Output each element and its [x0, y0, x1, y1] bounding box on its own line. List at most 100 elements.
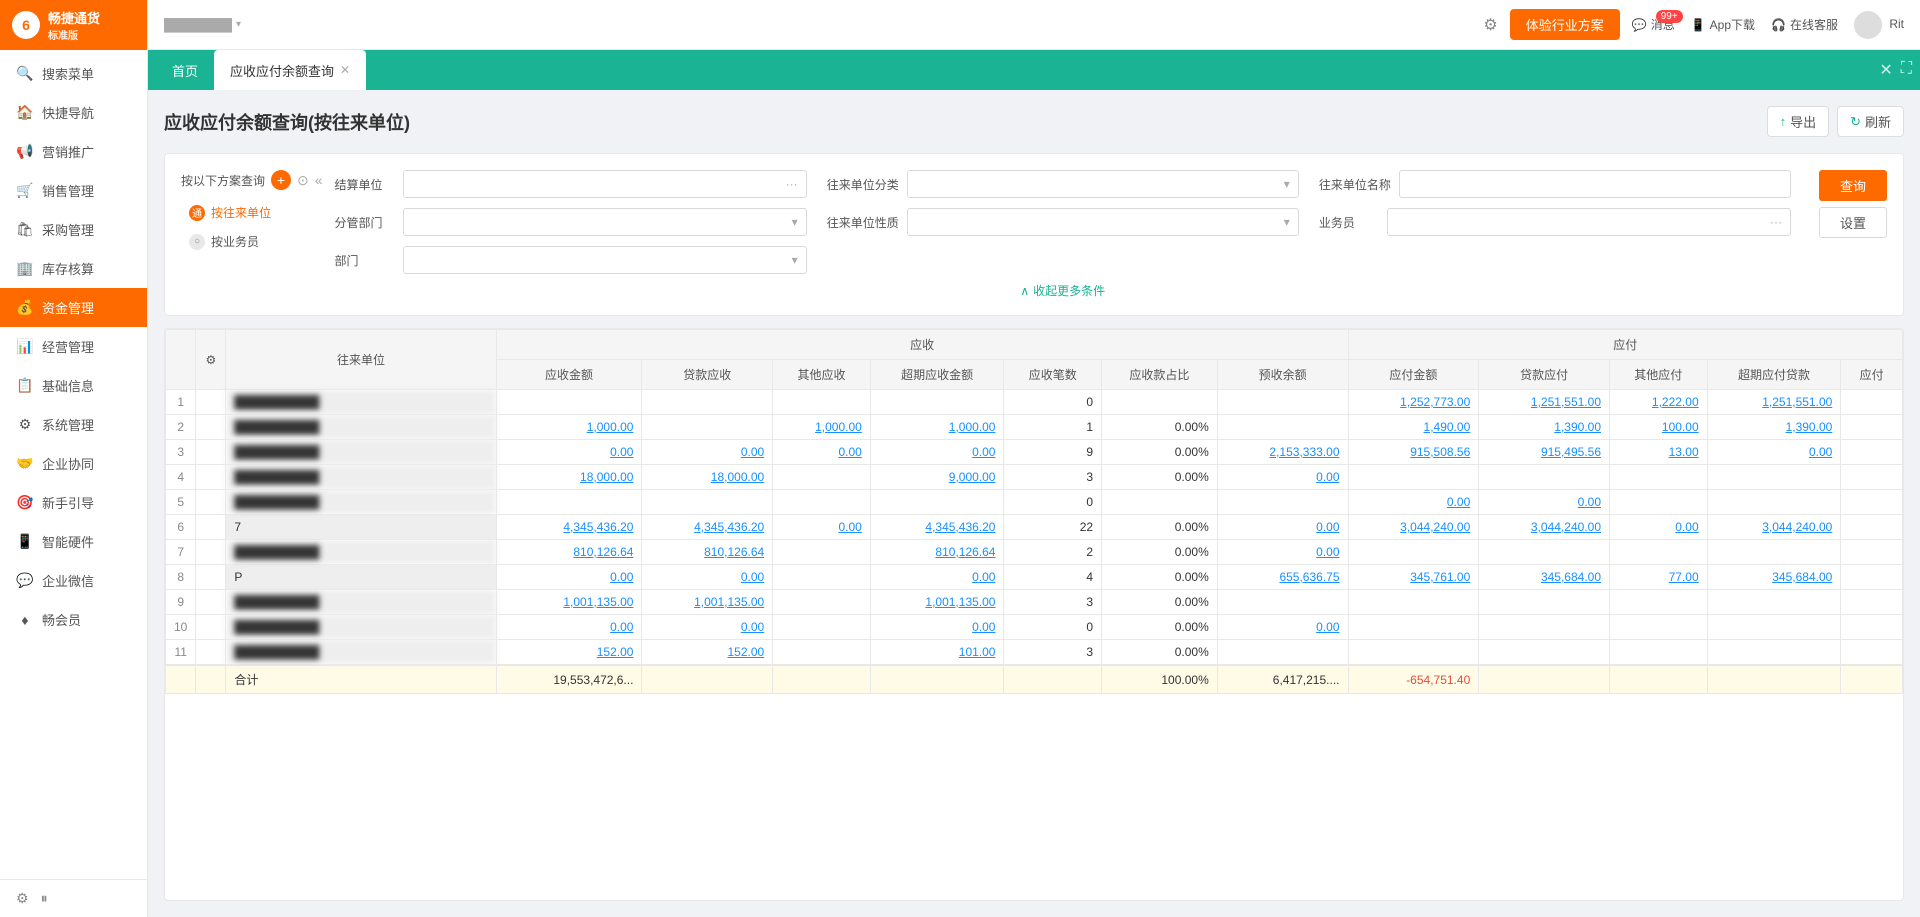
cell-ap_overdue[interactable]: 1,251,551.00: [1707, 390, 1841, 415]
cell-link-ar_amount[interactable]: 810,126.64: [573, 545, 633, 559]
cell-link-ap_overdue[interactable]: 1,251,551.00: [1762, 395, 1832, 409]
cell-link-ap_amount[interactable]: 3,044,240.00: [1400, 520, 1470, 534]
dept-input[interactable]: ▾: [403, 246, 807, 274]
cell-ap_overdue[interactable]: 1,390.00: [1707, 415, 1841, 440]
cell-link-ar_amount[interactable]: 0.00: [610, 570, 633, 584]
cell-link-ar_overdue[interactable]: 1,000.00: [949, 420, 996, 434]
cell-link-ar_prepaid[interactable]: 0.00: [1316, 620, 1339, 634]
partner-nature-input[interactable]: ▾: [907, 208, 1299, 236]
online-service-button[interactable]: 🎧 在线客服: [1771, 16, 1838, 33]
cell-link-ar_overdue[interactable]: 0.00: [972, 570, 995, 584]
tab-close-window-icon[interactable]: ✕: [1879, 60, 1892, 80]
cell-ar_amount[interactable]: 0.00: [496, 615, 642, 640]
cell-ar_prepaid[interactable]: 655,636.75: [1217, 565, 1348, 590]
cell-ap_amount[interactable]: 345,761.00: [1348, 565, 1479, 590]
cell-ar_overdue[interactable]: 9,000.00: [870, 465, 1004, 490]
cell-ar_overdue[interactable]: 0.00: [870, 440, 1004, 465]
cell-ar_amount[interactable]: 810,126.64: [496, 540, 642, 565]
cell-ar_loan[interactable]: 0.00: [642, 565, 773, 590]
cell-ap_overdue[interactable]: 345,684.00: [1707, 565, 1841, 590]
cell-ap_other[interactable]: 0.00: [1610, 515, 1708, 540]
cell-ap_loan[interactable]: 1,251,551.00: [1479, 390, 1610, 415]
sidebar-item-member[interactable]: ♦ 畅会员: [0, 600, 147, 639]
promo-button[interactable]: 体验行业方案: [1510, 9, 1620, 40]
cell-ar_other[interactable]: 1,000.00: [773, 415, 871, 440]
cell-link-ap_other[interactable]: 0.00: [1675, 520, 1698, 534]
cell-link-ar_amount[interactable]: 0.00: [610, 620, 633, 634]
cell-ar_amount[interactable]: 1,001,135.00: [496, 590, 642, 615]
search-collapse-icon[interactable]: «: [315, 172, 323, 188]
cell-ar_loan[interactable]: 0.00: [642, 440, 773, 465]
sidebar-item-collab[interactable]: 🤝 企业协同: [0, 444, 147, 483]
cell-link-ar_other[interactable]: 0.00: [838, 445, 861, 459]
cell-link-ar_amount[interactable]: 4,345,436.20: [563, 520, 633, 534]
cell-ap_overdue[interactable]: 3,044,240.00: [1707, 515, 1841, 540]
cell-link-ar_overdue[interactable]: 101.00: [959, 645, 996, 659]
cell-link-ar_amount[interactable]: 1,000.00: [587, 420, 634, 434]
cell-ar_prepaid[interactable]: 0.00: [1217, 515, 1348, 540]
cell-link-ap_amount[interactable]: 915,508.56: [1410, 445, 1470, 459]
cell-ap_amount[interactable]: 1,490.00: [1348, 415, 1479, 440]
cell-link-ap_loan[interactable]: 915,495.56: [1541, 445, 1601, 459]
cell-ar_loan[interactable]: 1,001,135.00: [642, 590, 773, 615]
cell-link-ar_overdue[interactable]: 1,001,135.00: [925, 595, 995, 609]
cell-link-ap_other[interactable]: 1,222.00: [1652, 395, 1699, 409]
table-scroll-area[interactable]: ⚙ 往来单位 应收 应付 应收金额 贷款应收 其他应收 超期应收金额 应收笔数 …: [165, 329, 1903, 900]
cell-ar_loan[interactable]: 18,000.00: [642, 465, 773, 490]
cell-ap_overdue[interactable]: 0.00: [1707, 440, 1841, 465]
cell-link-ar_prepaid[interactable]: 0.00: [1316, 470, 1339, 484]
cell-link-ap_overdue[interactable]: 3,044,240.00: [1762, 520, 1832, 534]
cell-link-ap_amount[interactable]: 0.00: [1447, 495, 1470, 509]
cell-link-ap_loan[interactable]: 3,044,240.00: [1531, 520, 1601, 534]
sidebar-item-hardware[interactable]: 📱 智能硬件: [0, 522, 147, 561]
cell-ar_amount[interactable]: 152.00: [496, 640, 642, 666]
cell-link-ap_loan[interactable]: 345,684.00: [1541, 570, 1601, 584]
cell-link-ar_prepaid[interactable]: 0.00: [1316, 545, 1339, 559]
cell-link-ar_loan[interactable]: 4,345,436.20: [694, 520, 764, 534]
cell-ar_prepaid[interactable]: 0.00: [1217, 540, 1348, 565]
cell-link-ar_loan[interactable]: 0.00: [741, 445, 764, 459]
cell-ar_prepaid[interactable]: 0.00: [1217, 465, 1348, 490]
cell-link-ap_amount[interactable]: 1,490.00: [1424, 420, 1471, 434]
cell-ar_overdue[interactable]: 101.00: [870, 640, 1004, 666]
app-download-button[interactable]: 📱 App下载: [1691, 16, 1755, 33]
message-button[interactable]: 💬 消息 99+: [1632, 16, 1675, 33]
sidebar-item-marketing[interactable]: 📢 营销推广: [0, 132, 147, 171]
partner-name-input[interactable]: [1399, 170, 1791, 198]
cell-link-ap_overdue[interactable]: 345,684.00: [1772, 570, 1832, 584]
cell-link-ar_loan[interactable]: 1,001,135.00: [694, 595, 764, 609]
cell-ar_loan[interactable]: 152.00: [642, 640, 773, 666]
refresh-button[interactable]: ↻ 刷新: [1837, 106, 1904, 137]
cell-link-ap_other[interactable]: 13.00: [1669, 445, 1699, 459]
cell-ar_overdue[interactable]: 4,345,436.20: [870, 515, 1004, 540]
cell-link-ar_prepaid[interactable]: 655,636.75: [1279, 570, 1339, 584]
cell-link-ar_prepaid[interactable]: 2,153,333.00: [1269, 445, 1339, 459]
cell-link-ap_overdue[interactable]: 1,390.00: [1786, 420, 1833, 434]
cell-ar_amount[interactable]: 0.00: [496, 440, 642, 465]
dept-charge-input[interactable]: ▾: [403, 208, 807, 236]
cell-link-ar_overdue[interactable]: 0.00: [972, 445, 995, 459]
cell-ar_loan[interactable]: 810,126.64: [642, 540, 773, 565]
cell-ar_amount[interactable]: 4,345,436.20: [496, 515, 642, 540]
sidebar-collapse-btn[interactable]: ⏸: [41, 890, 48, 907]
cell-ap_loan[interactable]: 915,495.56: [1479, 440, 1610, 465]
cell-ar_overdue[interactable]: 0.00: [870, 615, 1004, 640]
sidebar-item-search[interactable]: 🔍 搜索菜单: [0, 54, 147, 93]
cell-link-ap_amount[interactable]: 1,252,773.00: [1400, 395, 1470, 409]
cell-ar_prepaid[interactable]: 2,153,333.00: [1217, 440, 1348, 465]
cell-link-ap_loan[interactable]: 0.00: [1578, 495, 1601, 509]
cell-ap_other[interactable]: 100.00: [1610, 415, 1708, 440]
cell-link-ar_loan[interactable]: 810,126.64: [704, 545, 764, 559]
tab-home[interactable]: 首页: [156, 50, 214, 90]
cell-link-ap_other[interactable]: 77.00: [1669, 570, 1699, 584]
cell-ar_other[interactable]: 0.00: [773, 515, 871, 540]
export-button[interactable]: ↑ 导出: [1767, 106, 1830, 137]
cell-ap_other[interactable]: 1,222.00: [1610, 390, 1708, 415]
gear-icon[interactable]: ⚙: [1483, 15, 1497, 35]
cell-link-ar_loan[interactable]: 0.00: [741, 620, 764, 634]
sidebar-item-quicknav[interactable]: 🏠 快捷导航: [0, 93, 147, 132]
cell-link-ap_other[interactable]: 100.00: [1662, 420, 1699, 434]
cell-link-ap_overdue[interactable]: 0.00: [1809, 445, 1832, 459]
tab-ar-query[interactable]: 应收应付余额查询 ✕: [214, 50, 366, 90]
scheme-by-salesman[interactable]: ○ 按业务员: [181, 229, 323, 254]
